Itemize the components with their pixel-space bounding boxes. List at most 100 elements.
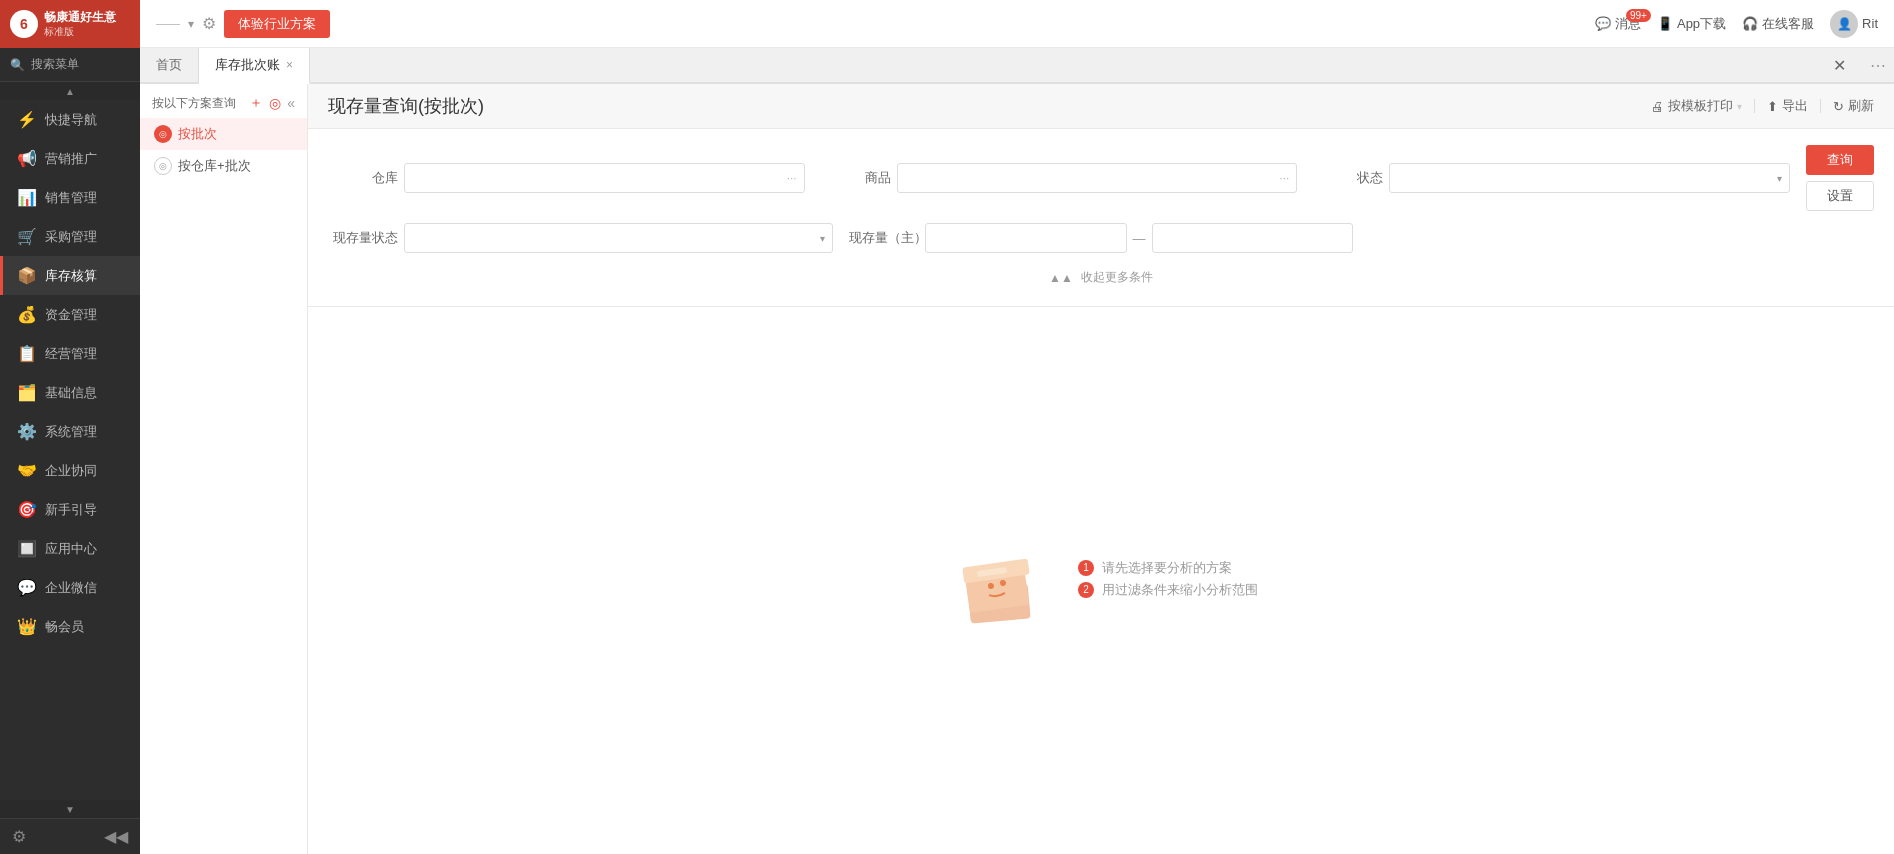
topbar: —— ▾ ⚙ 体验行业方案 💬 消息 99+ 📱 App下载 🎧 在线客服 👤 <box>140 0 1894 48</box>
warehouse-more-icon: ··· <box>787 171 797 185</box>
panel-close-button[interactable]: ✕ <box>1817 48 1862 82</box>
settings-icon[interactable]: ⚙ <box>12 827 26 846</box>
filter-area: 仓库 ··· 商品 ··· <box>308 129 1894 307</box>
empty-illustration <box>944 526 1054 636</box>
wechat-icon: 💬 <box>17 578 37 597</box>
query-button[interactable]: 查询 <box>1806 145 1874 175</box>
apps-icon: 🔲 <box>17 539 37 558</box>
print-dropdown-icon: ▾ <box>1737 101 1742 112</box>
sidebar-item-inventory[interactable]: 📦 库存核算 <box>0 256 140 295</box>
online-service-label: 在线客服 <box>1762 15 1814 33</box>
goods-label: 商品 <box>821 169 891 187</box>
scroll-up-indicator[interactable]: ▲ <box>0 82 140 100</box>
print-template-btn[interactable]: 🖨 按模板打印 ▾ <box>1651 97 1742 115</box>
filter-panel-actions: ＋ ◎ « <box>249 94 295 112</box>
goods-filter: 商品 ··· <box>821 163 1298 193</box>
print-icon: 🖨 <box>1651 99 1664 114</box>
system-icon: ⚙️ <box>17 422 37 441</box>
filter-action-buttons: 查询 设置 <box>1806 145 1874 211</box>
sidebar-item-enterprise[interactable]: 🤝 企业协同 <box>0 451 140 490</box>
step-1-num: 1 <box>1078 560 1094 576</box>
tab-inventory-batch[interactable]: 库存批次账 × <box>199 48 310 84</box>
inventory-qty-label: 现存量（主） <box>849 229 919 247</box>
tab-inventory-batch-label: 库存批次账 <box>215 56 280 74</box>
inventory-status-select[interactable] <box>404 223 833 253</box>
sidebar-item-operations[interactable]: 📋 经营管理 <box>0 334 140 373</box>
sidebar-item-shortcuts[interactable]: ⚡ 快捷导航 <box>0 100 140 139</box>
status-select[interactable] <box>1389 163 1790 193</box>
status-filter: 状态 ▾ <box>1313 163 1790 193</box>
sidebar-item-apps[interactable]: 🔲 应用中心 <box>0 529 140 568</box>
filter-row-1: 仓库 ··· 商品 ··· <box>328 145 1874 211</box>
collapse-icon[interactable]: ◀◀ <box>104 827 128 846</box>
empty-steps: 1 请先选择要分析的方案 2 用过滤条件来缩小分析范围 <box>1078 559 1258 603</box>
print-label: 按模板打印 <box>1668 97 1733 115</box>
right-panel: 现存量查询(按批次) 🖨 按模板打印 ▾ ⬆ 导出 ↻ 刷 <box>308 84 1894 854</box>
breadcrumb: —— <box>156 17 180 31</box>
sidebar-item-newbie[interactable]: 🎯 新手引导 <box>0 490 140 529</box>
sidebar-item-marketing[interactable]: 📢 营销推广 <box>0 139 140 178</box>
goods-more-icon: ··· <box>1279 171 1289 185</box>
warehouse-input[interactable] <box>404 163 805 193</box>
sidebar-item-member[interactable]: 👑 畅会员 <box>0 607 140 646</box>
step-1-text: 请先选择要分析的方案 <box>1102 559 1232 577</box>
goods-input[interactable] <box>897 163 1298 193</box>
purchase-icon: 🛒 <box>17 227 37 246</box>
tabbar: 首页 库存批次账 × ✕ ⋯ <box>140 48 1894 84</box>
qty-range-min[interactable] <box>925 223 1127 253</box>
page-header-actions: 🖨 按模板打印 ▾ ⬆ 导出 ↻ 刷新 <box>1651 97 1874 115</box>
sidebar-search[interactable]: 🔍 搜索菜单 <box>0 48 140 82</box>
action-divider-1 <box>1754 99 1755 113</box>
panel-collapse-icon[interactable]: « <box>287 95 295 111</box>
sidebar-item-system[interactable]: ⚙️ 系统管理 <box>0 412 140 451</box>
sidebar-item-sales[interactable]: 📊 销售管理 <box>0 178 140 217</box>
messages-item[interactable]: 💬 消息 99+ <box>1595 15 1641 33</box>
scheme-item-warehouse-batch[interactable]: ◎ 按仓库+批次 <box>140 150 307 182</box>
sidebar-nav: ⚡ 快捷导航 📢 营销推广 📊 销售管理 🛒 采购管理 📦 库存核算 💰 资金管… <box>0 100 140 800</box>
inventory-qty-filter: 现存量（主） — <box>849 223 1354 253</box>
goods-select-wrapper: ··· <box>897 163 1298 193</box>
scheme-warehouse-icon: ◎ <box>154 157 172 175</box>
collapse-up-icon: ▲▲ <box>1049 271 1073 285</box>
scroll-down-indicator[interactable]: ▼ <box>0 800 140 818</box>
topbar-settings-icon[interactable]: ⚙ <box>202 14 216 33</box>
message-icon: 💬 <box>1595 16 1611 31</box>
add-scheme-icon[interactable]: ＋ <box>249 94 263 112</box>
inventory-status-filter: 现存量状态 ▾ <box>328 223 833 253</box>
shortcuts-icon: ⚡ <box>17 110 37 129</box>
export-btn[interactable]: ⬆ 导出 <box>1767 97 1808 115</box>
headset-icon: 🎧 <box>1742 16 1758 31</box>
scheme-settings-icon[interactable]: ◎ <box>269 95 281 111</box>
sidebar-item-wechat[interactable]: 💬 企业微信 <box>0 568 140 607</box>
tab-home[interactable]: 首页 <box>140 48 199 82</box>
tab-close-icon[interactable]: × <box>286 58 293 72</box>
refresh-btn[interactable]: ↻ 刷新 <box>1833 97 1874 115</box>
content-area: 按以下方案查询 ＋ ◎ « ◎ 按批次 ◎ 按仓库+批次 <box>140 84 1894 854</box>
qty-range-max[interactable] <box>1152 223 1354 253</box>
inventory-status-wrapper: ▾ <box>404 223 833 253</box>
scheme-warehouse-label: 按仓库+批次 <box>178 157 251 175</box>
inventory-status-label: 现存量状态 <box>328 229 398 247</box>
scheme-batch-icon: ◎ <box>154 125 172 143</box>
action-divider-2 <box>1820 99 1821 113</box>
status-select-wrapper: ▾ <box>1389 163 1790 193</box>
topbar-left: —— ▾ ⚙ 体验行业方案 <box>156 10 1583 38</box>
breadcrumb-dropdown-icon[interactable]: ▾ <box>188 17 194 31</box>
app-title: 畅康通好生意 标准版 <box>44 10 116 39</box>
filter-row-2: 现存量状态 ▾ 现存量（主） — <box>328 223 1874 253</box>
collapse-more-btn[interactable]: ▲▲ 收起更多条件 <box>1041 265 1161 290</box>
sidebar-header: 6 畅康通好生意 标准版 <box>0 0 140 48</box>
empty-box-svg <box>949 531 1049 631</box>
user-avatar-item[interactable]: 👤 Rit <box>1830 10 1878 38</box>
settings-button[interactable]: 设置 <box>1806 181 1874 211</box>
sidebar-item-basics[interactable]: 🗂️ 基础信息 <box>0 373 140 412</box>
trial-btn[interactable]: 体验行业方案 <box>224 10 330 38</box>
online-service-item[interactable]: 🎧 在线客服 <box>1742 15 1814 33</box>
sidebar-item-purchase[interactable]: 🛒 采购管理 <box>0 217 140 256</box>
inventory-icon: 📦 <box>17 266 37 285</box>
main-area: —— ▾ ⚙ 体验行业方案 💬 消息 99+ 📱 App下载 🎧 在线客服 👤 <box>140 0 1894 854</box>
sidebar-item-finance[interactable]: 💰 资金管理 <box>0 295 140 334</box>
scheme-item-batch[interactable]: ◎ 按批次 <box>140 118 307 150</box>
app-download-item[interactable]: 📱 App下载 <box>1657 15 1726 33</box>
tab-panel-expand[interactable]: ⋯ <box>1862 48 1894 82</box>
